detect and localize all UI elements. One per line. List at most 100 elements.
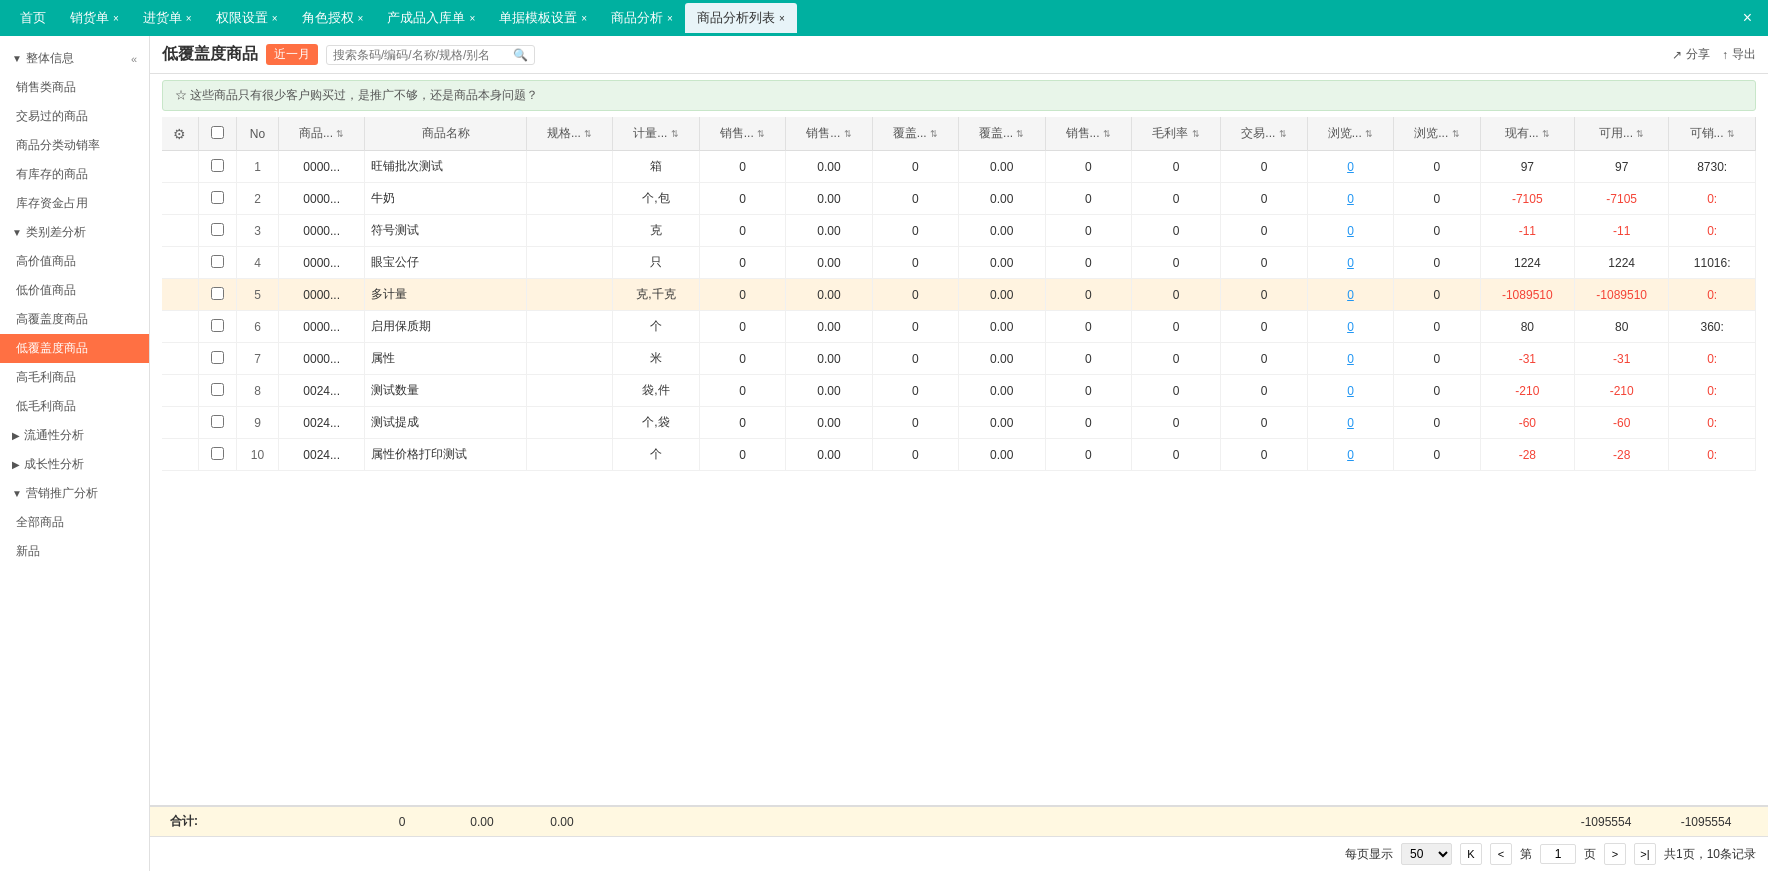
tab-home[interactable]: 首页 — [8, 3, 58, 33]
tab-sales[interactable]: 销货单 × — [58, 3, 131, 33]
tab-purchase-close[interactable]: × — [186, 13, 192, 24]
col-browse2[interactable]: 浏览... ⇅ — [1394, 117, 1480, 151]
sidebar-section-overall[interactable]: ▼ 整体信息 « — [0, 44, 149, 73]
row-checkbox[interactable] — [198, 439, 237, 471]
collapse-icon[interactable]: « — [131, 53, 137, 65]
row-select-checkbox[interactable] — [211, 159, 224, 172]
tab-product-in-close[interactable]: × — [469, 13, 475, 24]
row-checkbox[interactable] — [198, 375, 237, 407]
sidebar-item-low-value[interactable]: 低价值商品 — [0, 276, 149, 305]
col-browse2-sort[interactable]: ⇅ — [1452, 129, 1460, 139]
sidebar-section-marketing[interactable]: ▼ 营销推广分析 — [0, 479, 149, 508]
last-page-button[interactable]: >| — [1634, 843, 1656, 865]
row-select-checkbox[interactable] — [211, 351, 224, 364]
col-browse1-sort[interactable]: ⇅ — [1365, 129, 1373, 139]
tab-template-close[interactable]: × — [581, 13, 587, 24]
tab-purchase[interactable]: 进货单 × — [131, 3, 204, 33]
time-filter-button[interactable]: 近一月 — [266, 44, 318, 65]
row-select-checkbox[interactable] — [211, 223, 224, 236]
row-checkbox[interactable] — [198, 151, 237, 183]
col-current[interactable]: 现有... ⇅ — [1480, 117, 1574, 151]
row-select-checkbox[interactable] — [211, 287, 224, 300]
export-button[interactable]: ↑ 导出 — [1722, 46, 1756, 63]
row-browse1[interactable]: 0 — [1307, 183, 1393, 215]
col-sellable-sort[interactable]: ⇅ — [1727, 129, 1735, 139]
next-page-button[interactable]: > — [1604, 843, 1626, 865]
prev-page-button[interactable]: < — [1490, 843, 1512, 865]
row-select-checkbox[interactable] — [211, 447, 224, 460]
col-coverage2-sort[interactable]: ⇅ — [1016, 129, 1024, 139]
col-spec[interactable]: 规格... ⇅ — [526, 117, 612, 151]
col-sales2-sort[interactable]: ⇅ — [1103, 129, 1111, 139]
sidebar-item-low-gross[interactable]: 低毛利商品 — [0, 392, 149, 421]
search-icon[interactable]: 🔍 — [513, 48, 528, 62]
sidebar-item-inventory-capital[interactable]: 库存资金占用 — [0, 189, 149, 218]
sidebar-item-high-value[interactable]: 高价值商品 — [0, 247, 149, 276]
sidebar-item-in-stock[interactable]: 有库存的商品 — [0, 160, 149, 189]
row-checkbox[interactable] — [198, 215, 237, 247]
row-browse1[interactable]: 0 — [1307, 311, 1393, 343]
page-number-input[interactable] — [1540, 844, 1576, 864]
row-checkbox[interactable] — [198, 183, 237, 215]
close-all-tabs[interactable]: × — [1735, 9, 1760, 27]
col-sales-qty[interactable]: 销售... ⇅ — [699, 117, 785, 151]
col-sales2[interactable]: 销售... ⇅ — [1045, 117, 1131, 151]
sidebar-section-liquidity[interactable]: ▶ 流通性分析 — [0, 421, 149, 450]
col-available[interactable]: 可用... ⇅ — [1575, 117, 1669, 151]
row-select-checkbox[interactable] — [211, 319, 224, 332]
sidebar-item-high-gross[interactable]: 高毛利商品 — [0, 363, 149, 392]
col-coverage1[interactable]: 覆盖... ⇅ — [872, 117, 958, 151]
col-trade[interactable]: 交易... ⇅ — [1221, 117, 1307, 151]
col-gross-sort[interactable]: ⇅ — [1192, 129, 1200, 139]
row-browse1[interactable]: 0 — [1307, 407, 1393, 439]
row-checkbox[interactable] — [198, 343, 237, 375]
col-unit-sort[interactable]: ⇅ — [671, 129, 679, 139]
sidebar-item-all-goods[interactable]: 全部商品 — [0, 508, 149, 537]
col-sellable[interactable]: 可销... ⇅ — [1669, 117, 1756, 151]
tab-permission-close[interactable]: × — [272, 13, 278, 24]
tab-goods-analysis-close[interactable]: × — [667, 13, 673, 24]
col-code-sort[interactable]: ⇅ — [336, 129, 344, 139]
first-page-button[interactable]: K — [1460, 843, 1482, 865]
col-unit[interactable]: 计量... ⇅ — [613, 117, 699, 151]
row-checkbox[interactable] — [198, 311, 237, 343]
tab-role[interactable]: 角色授权 × — [290, 3, 376, 33]
sidebar-item-low-coverage[interactable]: 低覆盖度商品 — [0, 334, 149, 363]
row-browse1[interactable]: 0 — [1307, 247, 1393, 279]
sidebar-item-high-coverage[interactable]: 高覆盖度商品 — [0, 305, 149, 334]
col-trade-sort[interactable]: ⇅ — [1279, 129, 1287, 139]
col-spec-sort[interactable]: ⇅ — [584, 129, 592, 139]
row-select-checkbox[interactable] — [211, 191, 224, 204]
tab-goods-analysis-list-close[interactable]: × — [779, 13, 785, 24]
row-select-checkbox[interactable] — [211, 415, 224, 428]
col-available-sort[interactable]: ⇅ — [1636, 129, 1644, 139]
col-sales-qty-sort[interactable]: ⇅ — [757, 129, 765, 139]
share-button[interactable]: ↗ 分享 — [1672, 46, 1710, 63]
row-browse1[interactable]: 0 — [1307, 343, 1393, 375]
sidebar-item-traded-goods[interactable]: 交易过的商品 — [0, 102, 149, 131]
col-coverage1-sort[interactable]: ⇅ — [930, 129, 938, 139]
col-sales-amt-sort[interactable]: ⇅ — [844, 129, 852, 139]
col-name[interactable]: 商品名称 — [365, 117, 526, 151]
tab-product-in[interactable]: 产成品入库单 × — [375, 3, 487, 33]
select-all-checkbox[interactable] — [211, 126, 224, 139]
col-browse1[interactable]: 浏览... ⇅ — [1307, 117, 1393, 151]
row-browse1[interactable]: 0 — [1307, 215, 1393, 247]
gear-icon[interactable]: ⚙ — [173, 126, 186, 142]
col-gear[interactable]: ⚙ — [162, 117, 198, 151]
tab-goods-analysis[interactable]: 商品分析 × — [599, 3, 685, 33]
sidebar-section-growth[interactable]: ▶ 成长性分析 — [0, 450, 149, 479]
row-select-checkbox[interactable] — [211, 255, 224, 268]
tab-template[interactable]: 单据模板设置 × — [487, 3, 599, 33]
row-browse1[interactable]: 0 — [1307, 279, 1393, 311]
col-coverage2[interactable]: 覆盖... ⇅ — [959, 117, 1045, 151]
row-browse1[interactable]: 0 — [1307, 439, 1393, 471]
per-page-select[interactable]: 50 20 100 200 — [1401, 843, 1452, 865]
tab-goods-analysis-list[interactable]: 商品分析列表 × — [685, 3, 797, 33]
sidebar-item-category-turnover[interactable]: 商品分类动销率 — [0, 131, 149, 160]
tab-role-close[interactable]: × — [358, 13, 364, 24]
sidebar-item-sales-goods[interactable]: 销售类商品 — [0, 73, 149, 102]
tab-permission[interactable]: 权限设置 × — [204, 3, 290, 33]
sidebar-item-new-goods[interactable]: 新品 — [0, 537, 149, 566]
search-input[interactable] — [333, 48, 513, 62]
